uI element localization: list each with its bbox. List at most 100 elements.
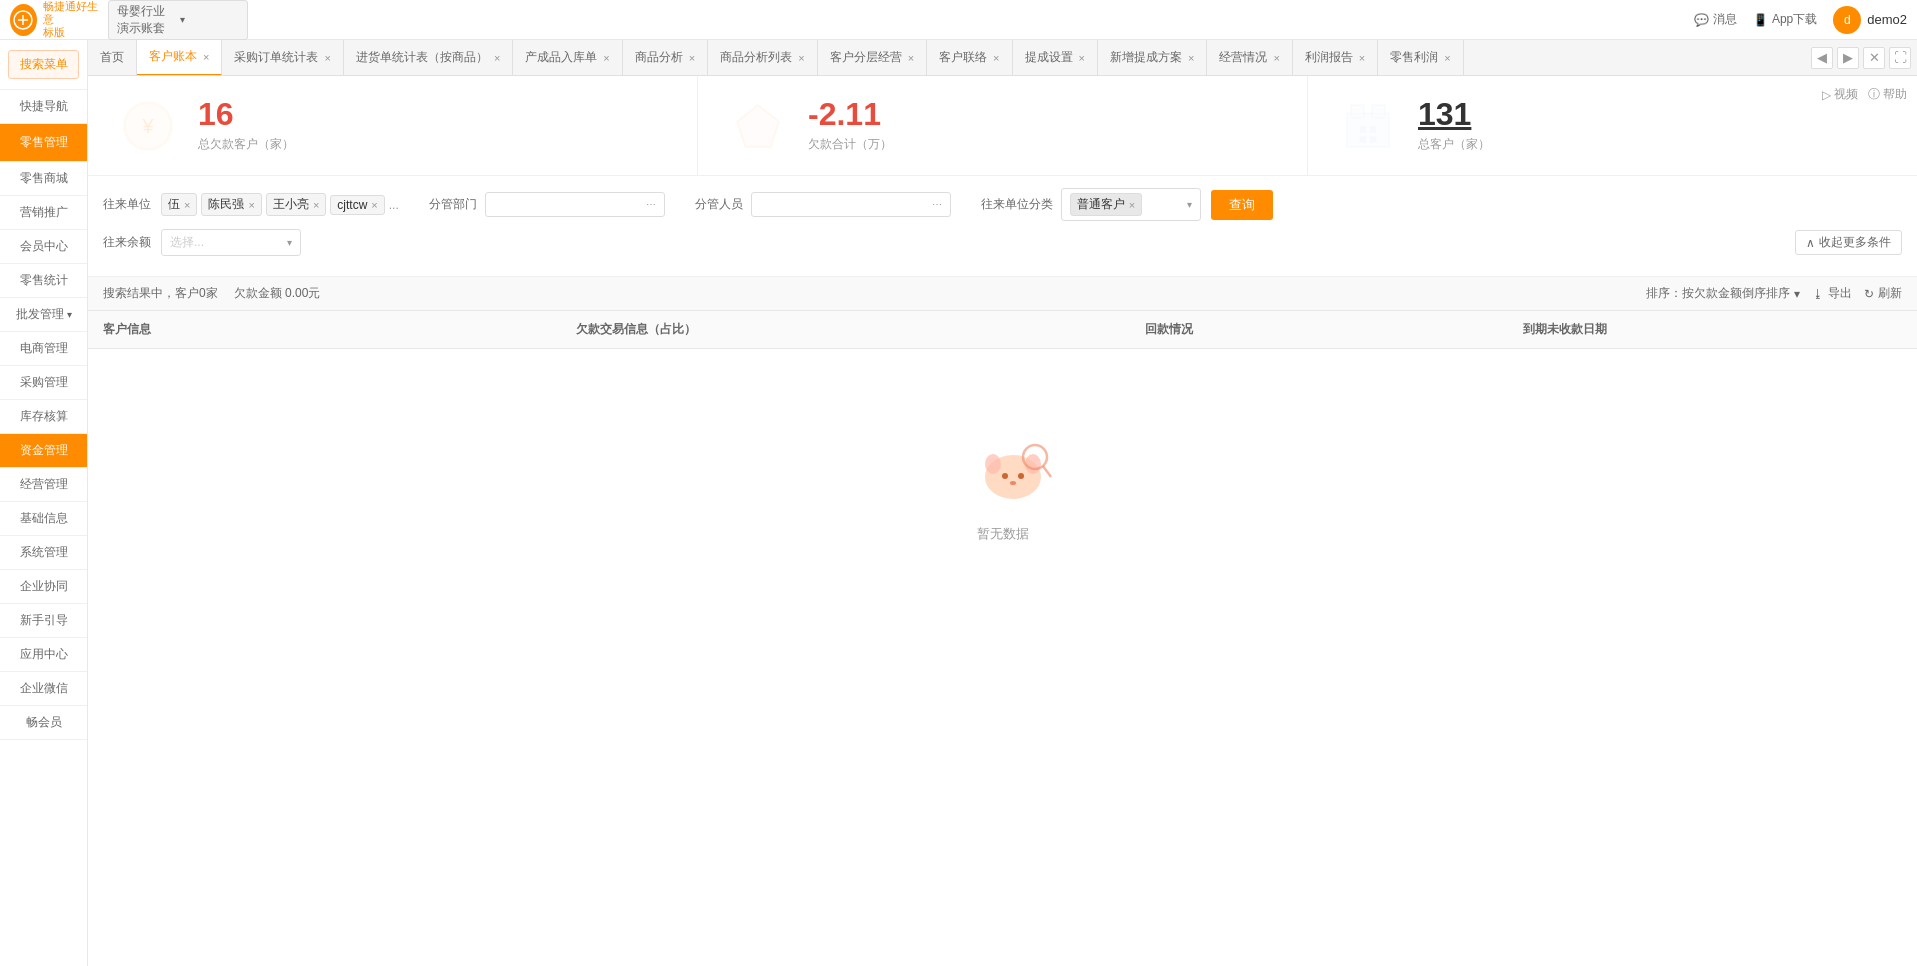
tab-maximize[interactable]: ⛶ <box>1889 47 1911 69</box>
tab-customer-tier[interactable]: 客户分层经营 × <box>818 40 927 76</box>
export-button[interactable]: ⭳ 导出 <box>1812 285 1852 302</box>
tab-scroll-right[interactable]: ▶ <box>1837 47 1859 69</box>
close-tab-retail-profit[interactable]: × <box>1444 52 1450 64</box>
tab-product-analysis-list[interactable]: 商品分析列表 × <box>708 40 817 76</box>
close-tab-customer-tier[interactable]: × <box>908 52 914 64</box>
sidebar-item-retail-stats[interactable]: 零售统计 <box>0 264 87 298</box>
dept-filter-label: 分管部门 <box>429 196 477 213</box>
stat-card-customers: ¥ 16 总欠款客户（家） <box>88 76 698 175</box>
app-download-button[interactable]: 📱 App下载 <box>1753 11 1817 28</box>
stat-value-total-customers: 131 <box>1418 98 1490 130</box>
refresh-button[interactable]: ↻ 刷新 <box>1864 285 1902 302</box>
sidebar-item-operation[interactable]: 经营管理 <box>0 468 87 502</box>
close-tab-product-analysis-list[interactable]: × <box>798 52 804 64</box>
remove-tag-chen[interactable]: × <box>248 199 254 211</box>
close-tab-business-situation[interactable]: × <box>1273 52 1279 64</box>
sidebar-item-retail[interactable]: 零售管理 <box>0 124 87 162</box>
close-tab-promotion-settings[interactable]: × <box>1079 52 1085 64</box>
unit-class-tag[interactable]: 普通客户 × <box>1070 193 1142 216</box>
sidebar-item-system[interactable]: 系统管理 <box>0 536 87 570</box>
tab-promotion-settings[interactable]: 提成设置 × <box>1013 40 1098 76</box>
stat-value-customers: 16 <box>198 98 294 130</box>
sidebar-item-member[interactable]: 会员中心 <box>0 230 87 264</box>
sidebar-item-enterprise-wechat[interactable]: 企业微信 <box>0 672 87 706</box>
stat-info-customers: 16 总欠款客户（家） <box>198 98 294 153</box>
tab-profit-report[interactable]: 利润报告 × <box>1293 40 1378 76</box>
demo-select[interactable]: 母婴行业演示账套 ▾ <box>108 0 248 40</box>
unit-class-select[interactable]: 普通客户 × ▾ <box>1061 188 1201 221</box>
svg-point-14 <box>1002 473 1008 479</box>
tab-scroll-left[interactable]: ◀ <box>1811 47 1833 69</box>
balance-select[interactable]: 选择... ▾ <box>161 229 301 256</box>
remove-unit-class[interactable]: × <box>1129 199 1135 211</box>
tab-close-all[interactable]: ✕ <box>1863 47 1885 69</box>
tab-new-promotion[interactable]: 新增提成方案 × <box>1098 40 1207 76</box>
sidebar-item-enterprise[interactable]: 企业协同 <box>0 570 87 604</box>
user-profile[interactable]: d demo2 <box>1833 6 1907 34</box>
top-bar-right: 💬 消息 📱 App下载 d demo2 <box>1694 6 1907 34</box>
search-button[interactable]: 查询 <box>1211 190 1273 220</box>
help-button[interactable]: ⓘ 帮助 <box>1868 86 1907 103</box>
close-tab-stock-stats[interactable]: × <box>494 52 500 64</box>
tab-home[interactable]: 首页 <box>88 40 137 76</box>
tab-retail-profit[interactable]: 零售利润 × <box>1378 40 1463 76</box>
close-tab-product-analysis[interactable]: × <box>689 52 695 64</box>
svg-point-15 <box>1018 473 1024 479</box>
quick-nav-button[interactable]: 快捷导航 <box>0 90 87 124</box>
close-tab-customer-contact[interactable]: × <box>993 52 999 64</box>
sidebar-item-ecommerce[interactable]: 电商管理 <box>0 332 87 366</box>
sidebar-item-wholesale[interactable]: 批发管理 ▾ <box>0 298 87 332</box>
filter-tag-wang[interactable]: 王小亮 × <box>266 193 326 216</box>
video-help-button[interactable]: ▷ 视频 <box>1822 86 1858 103</box>
sidebar-item-purchase[interactable]: 采购管理 <box>0 366 87 400</box>
filter-tag-cj[interactable]: cjttcw × <box>330 195 384 215</box>
sort-select[interactable]: 排序：按欠款金额倒序排序 ▾ <box>1646 285 1800 302</box>
sidebar-item-marketing[interactable]: 营销推广 <box>0 196 87 230</box>
table-header: 客户信息 欠款交易信息（占比） 回款情况 到期未收款日期 <box>88 311 1917 349</box>
svg-point-12 <box>985 454 1001 474</box>
sidebar-item-finance[interactable]: 资金管理 <box>0 434 87 468</box>
collapse-button[interactable]: ∧ 收起更多条件 <box>1795 230 1902 255</box>
svg-rect-6 <box>1372 105 1385 118</box>
message-button[interactable]: 💬 消息 <box>1694 11 1737 28</box>
sidebar-item-retail-mall[interactable]: 零售商城 <box>0 162 87 196</box>
tab-accounts[interactable]: 客户账本 × <box>137 40 222 76</box>
stat-info-total-customers: 131 总客户（家） <box>1418 98 1490 153</box>
sidebar-item-inventory[interactable]: 库存核算 <box>0 400 87 434</box>
dept-select[interactable]: ⋯ <box>485 192 665 217</box>
sidebar-item-new-guide[interactable]: 新手引导 <box>0 604 87 638</box>
person-select[interactable]: ⋯ <box>751 192 951 217</box>
content-area: 首页 客户账本 × 采购订单统计表 × 进货单统计表（按商品） × 产成品入库单… <box>88 40 1917 966</box>
tab-purchase-orders[interactable]: 采购订单统计表 × <box>222 40 343 76</box>
remove-tag-wu[interactable]: × <box>184 199 190 211</box>
unit-filter-tags: 伍 × 陈民强 × 王小亮 × cjttcw × <box>161 193 399 216</box>
remove-tag-wang[interactable]: × <box>313 199 319 211</box>
sidebar-item-vip[interactable]: 畅会员 <box>0 706 87 740</box>
svg-rect-5 <box>1351 105 1364 118</box>
tab-production[interactable]: 产成品入库单 × <box>513 40 622 76</box>
tab-controls: ◀ ▶ ✕ ⛶ <box>1805 47 1917 69</box>
logo-area: 畅捷通好生意 标版 <box>10 0 98 39</box>
sidebar-search-area: 搜索菜单 <box>0 40 87 90</box>
person-filter-label: 分管人员 <box>695 196 743 213</box>
close-tab-production[interactable]: × <box>603 52 609 64</box>
close-tab-purchase-orders[interactable]: × <box>324 52 330 64</box>
balance-chevron-down-icon: ▾ <box>287 237 292 248</box>
remove-tag-cj[interactable]: × <box>371 199 377 211</box>
tab-customer-contact[interactable]: 客户联络 × <box>927 40 1012 76</box>
search-menu-button[interactable]: 搜索菜单 <box>8 50 79 79</box>
tab-stock-stats[interactable]: 进货单统计表（按商品） × <box>344 40 513 76</box>
tab-product-analysis[interactable]: 商品分析 × <box>623 40 708 76</box>
sidebar-item-app-center[interactable]: 应用中心 <box>0 638 87 672</box>
sidebar: 搜索菜单 快捷导航 零售管理 零售商城 营销推广 会员中心 零售统计 批发管理 … <box>0 40 88 966</box>
close-tab-accounts[interactable]: × <box>203 51 209 63</box>
tab-business-situation[interactable]: 经营情况 × <box>1207 40 1292 76</box>
close-tab-profit-report[interactable]: × <box>1359 52 1365 64</box>
filter-tag-wu[interactable]: 伍 × <box>161 193 197 216</box>
filter-tag-chen[interactable]: 陈民强 × <box>201 193 261 216</box>
sidebar-item-basic-info[interactable]: 基础信息 <box>0 502 87 536</box>
filter-more-button[interactable]: ... <box>389 198 399 212</box>
amount-text: 欠款金额 0.00元 <box>234 285 321 302</box>
close-tab-new-promotion[interactable]: × <box>1188 52 1194 64</box>
filter-row-1: 往来单位 伍 × 陈民强 × 王小亮 × <box>103 188 1902 221</box>
